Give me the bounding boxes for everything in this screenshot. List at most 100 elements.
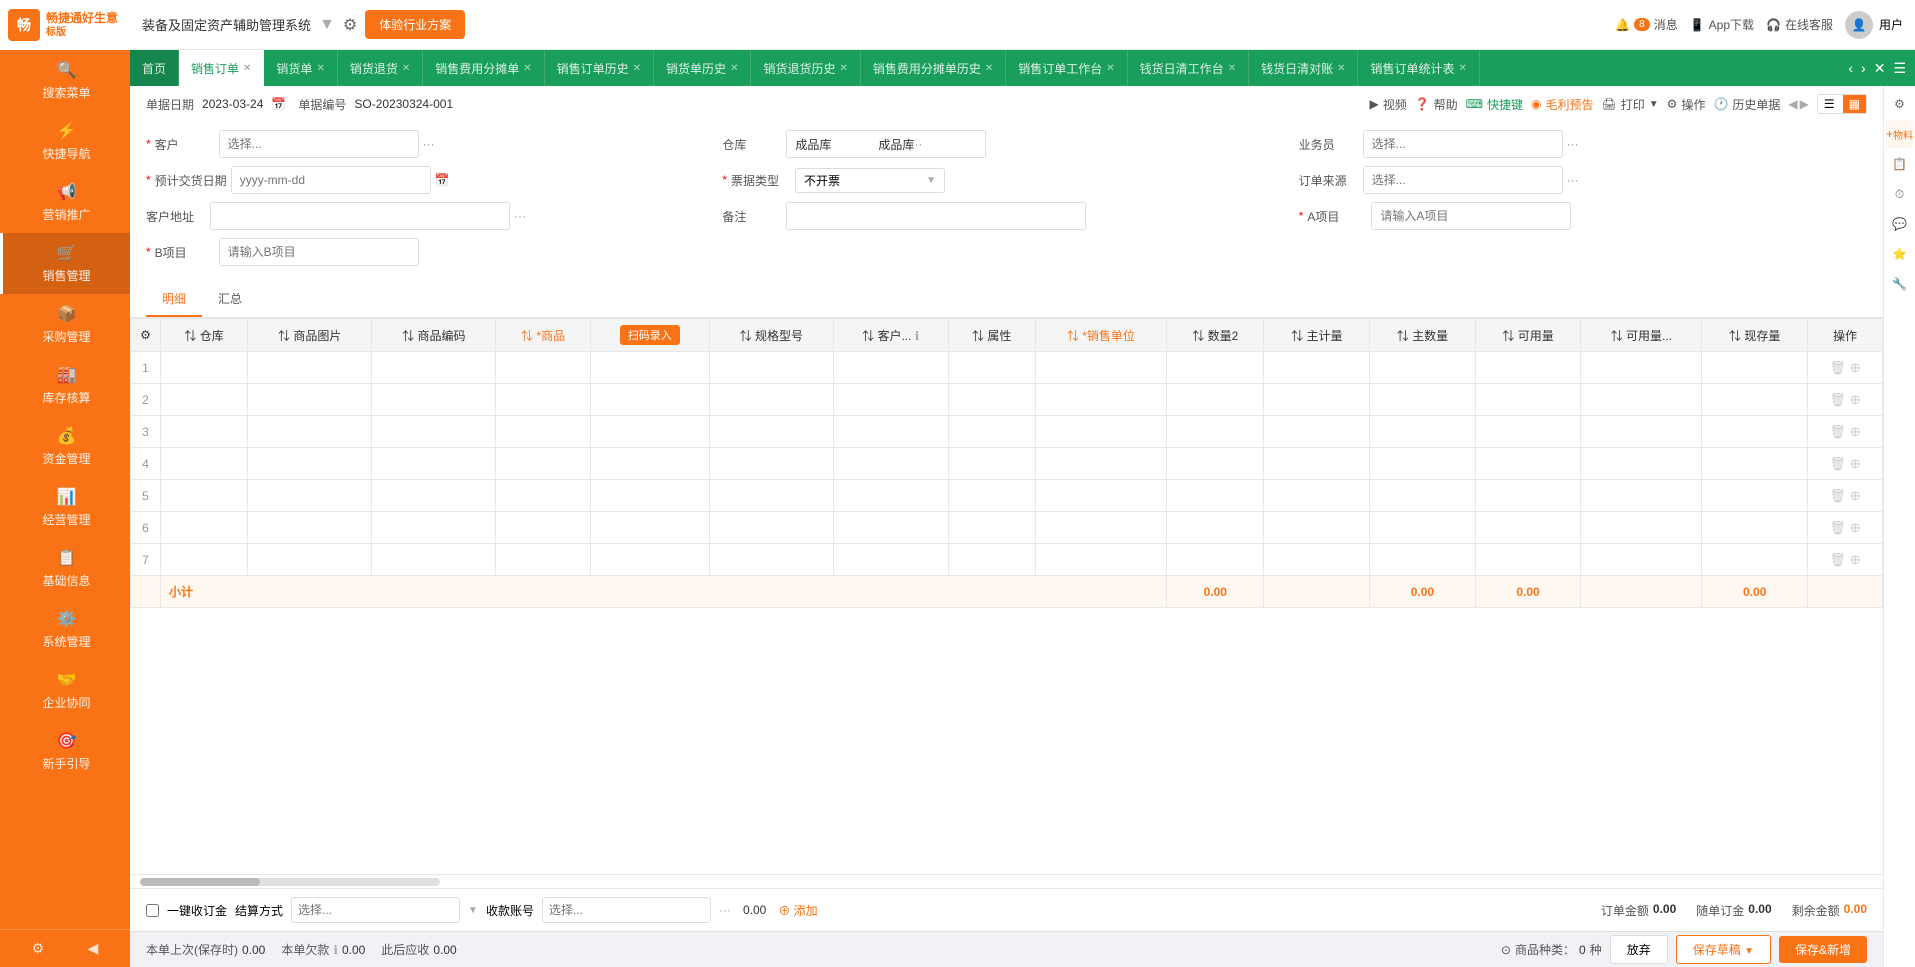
copy-row-7[interactable]: ⊕ <box>1850 552 1861 568</box>
sidebar-item-sales[interactable]: 🛒 销售管理 <box>0 233 130 294</box>
order-source-input[interactable] <box>1363 166 1563 194</box>
delete-row-7[interactable]: 🗑 <box>1829 552 1846 568</box>
copy-row-5[interactable]: ⊕ <box>1850 488 1861 504</box>
tab-sales-order[interactable]: 销售订单 ✕ <box>179 50 264 86</box>
solution-button[interactable]: 体验行业方案 <box>365 10 465 39</box>
delete-row-6[interactable]: 🗑 <box>1829 520 1846 536</box>
sidebar-item-inventory[interactable]: 🏭 库存核算 <box>0 355 130 416</box>
copy-row-2[interactable]: ⊕ <box>1850 392 1861 408</box>
collapse-icon[interactable]: ◀ <box>88 940 99 957</box>
sidebar-item-finance[interactable]: 💰 资金管理 <box>0 416 130 477</box>
print-btn[interactable]: 🖨 打印 ▼ <box>1602 96 1659 113</box>
tab-return-history[interactable]: 销货退货历史 ✕ <box>751 50 860 86</box>
right-sidebar-add-material[interactable]: + 物料 <box>1886 120 1914 148</box>
scrollbar-thumb[interactable] <box>140 878 260 886</box>
tab-close-icon[interactable]: ✕ <box>1106 63 1114 74</box>
salesperson-ellipsis[interactable]: ··· <box>1567 137 1579 151</box>
tab-order-stats[interactable]: 销售订单统计表 ✕ <box>1358 50 1479 86</box>
delete-row-4[interactable]: 🗑 <box>1829 456 1846 472</box>
prev-record-icon[interactable]: ◀ <box>1788 97 1797 111</box>
tab-close-icon[interactable]: ✕ <box>839 63 847 74</box>
order-source-ellipsis[interactable]: ··· <box>1567 173 1579 187</box>
receipt-account-input[interactable] <box>542 897 711 923</box>
tab-close-icon[interactable]: ✕ <box>243 63 251 74</box>
user-avatar-item[interactable]: 👤 用户 <box>1845 11 1903 39</box>
a-project-input[interactable] <box>1371 202 1571 230</box>
delivery-date-input[interactable] <box>231 166 431 194</box>
tab-order-workbench[interactable]: 销售订单工作台 ✕ <box>1006 50 1127 86</box>
tab-summary[interactable]: 汇总 <box>202 282 258 317</box>
sidebar-item-cooperation[interactable]: 🤝 企业协同 <box>0 660 130 721</box>
delete-row-2[interactable]: 🗑 <box>1829 392 1846 408</box>
shortcut-btn[interactable]: ⌨ 快捷键 <box>1466 96 1523 113</box>
addr-ellipsis[interactable]: ··· <box>514 209 526 223</box>
profit-btn[interactable]: ◉ 毛利预告 <box>1531 96 1594 113</box>
sidebar-item-operations[interactable]: 📊 经营管理 <box>0 477 130 538</box>
next-record-icon[interactable]: ▶ <box>1800 97 1809 111</box>
right-sidebar-star[interactable]: ⭐ <box>1886 240 1914 268</box>
tab-close-icon[interactable]: ✕ <box>633 63 641 74</box>
delivery-date-calendar-icon[interactable]: 📅 <box>435 173 450 187</box>
discard-button[interactable]: 放弃 <box>1610 935 1668 964</box>
grid-view-icon[interactable]: ▦ <box>1843 95 1866 113</box>
tab-daily-workbench[interactable]: 钱货日清工作台 ✕ <box>1128 50 1249 86</box>
col-settings[interactable]: ⚙ <box>131 319 161 352</box>
right-sidebar-comment[interactable]: 💬 <box>1886 210 1914 238</box>
one-click-deposit-checkbox[interactable] <box>146 904 159 917</box>
right-sidebar-clipboard[interactable]: 📋 <box>1886 150 1914 178</box>
tab-close-icon[interactable]: ✕ <box>1337 63 1345 74</box>
note-input[interactable] <box>786 202 1086 230</box>
copy-row-4[interactable]: ⊕ <box>1850 456 1861 472</box>
tab-reconcile[interactable]: 钱货日清对账 ✕ <box>1249 50 1358 86</box>
tab-close-icon[interactable]: ✕ <box>985 63 993 74</box>
app-download-item[interactable]: 📱 App下载 <box>1690 16 1754 33</box>
customer-input[interactable] <box>219 130 419 158</box>
nav-menu-icon[interactable]: ☰ <box>1890 60 1909 77</box>
sidebar-item-marketing[interactable]: 📢 营销推广 <box>0 172 130 233</box>
sidebar-item-purchase[interactable]: 📦 采购管理 <box>0 294 130 355</box>
tab-home[interactable]: 首页 <box>130 50 179 86</box>
tab-invoice[interactable]: 销货单 ✕ <box>264 50 337 86</box>
warehouse-input[interactable] <box>786 130 986 158</box>
help-btn[interactable]: ❓ 帮助 <box>1415 96 1458 113</box>
tab-sales-order-history[interactable]: 销售订单历史 ✕ <box>545 50 654 86</box>
tab-sales-return[interactable]: 销货退货 ✕ <box>338 50 423 86</box>
sidebar-item-quick-nav[interactable]: ⚡ 快捷导航 <box>0 111 130 172</box>
scrollbar[interactable] <box>130 874 1883 888</box>
scan-button[interactable]: 扫码录入 <box>620 325 680 345</box>
customer-addr-input[interactable] <box>210 202 510 230</box>
receipt-ellipsis[interactable]: ··· <box>719 903 731 917</box>
settings-bottom-icon[interactable]: ⚙ <box>32 940 45 957</box>
operation-btn[interactable]: ⚙ 操作 <box>1667 96 1706 113</box>
tab-invoice-history[interactable]: 销货单历史 ✕ <box>654 50 751 86</box>
tab-close-icon[interactable]: ✕ <box>316 63 324 74</box>
list-view-icon[interactable]: ☰ <box>1818 95 1841 113</box>
invoice-type-select[interactable]: 不开票 ▼ <box>795 168 945 193</box>
tab-close-icon[interactable]: ✕ <box>730 63 738 74</box>
copy-row-1[interactable]: ⊕ <box>1850 360 1861 376</box>
copy-row-3[interactable]: ⊕ <box>1850 424 1861 440</box>
delete-row-1[interactable]: 🗑 <box>1829 360 1846 376</box>
b-project-input[interactable] <box>219 238 419 266</box>
payment-method-input[interactable] <box>291 897 460 923</box>
customer-ellipsis[interactable]: ··· <box>423 137 435 151</box>
view-btn[interactable]: ▶ 视频 <box>1369 96 1406 113</box>
nav-left-arrow[interactable]: ‹ <box>1845 60 1856 76</box>
tab-close-icon[interactable]: ✕ <box>523 63 531 74</box>
online-service-item[interactable]: 🎧 在线客服 <box>1766 16 1833 33</box>
copy-row-6[interactable]: ⊕ <box>1850 520 1861 536</box>
save-new-button[interactable]: 保存&新增 <box>1779 936 1867 963</box>
right-sidebar-timer[interactable]: ⏱ <box>1886 180 1914 208</box>
message-icon-item[interactable]: 🔔 8 消息 <box>1615 16 1678 33</box>
sidebar-item-system[interactable]: ⚙️ 系统管理 <box>0 599 130 660</box>
sidebar-item-base-info[interactable]: 📋 基础信息 <box>0 538 130 599</box>
right-sidebar-tool[interactable]: 🔧 <box>1886 270 1914 298</box>
right-sidebar-settings[interactable]: ⚙ <box>1886 90 1914 118</box>
tab-close-icon[interactable]: ✕ <box>1228 63 1236 74</box>
calendar-icon[interactable]: 📅 <box>271 97 286 111</box>
tab-close-icon[interactable]: ✕ <box>1459 63 1467 74</box>
tab-close-icon[interactable]: ✕ <box>402 63 410 74</box>
delete-row-3[interactable]: 🗑 <box>1829 424 1846 440</box>
nav-right-arrow[interactable]: › <box>1858 60 1869 76</box>
tab-detail[interactable]: 明细 <box>146 282 202 317</box>
